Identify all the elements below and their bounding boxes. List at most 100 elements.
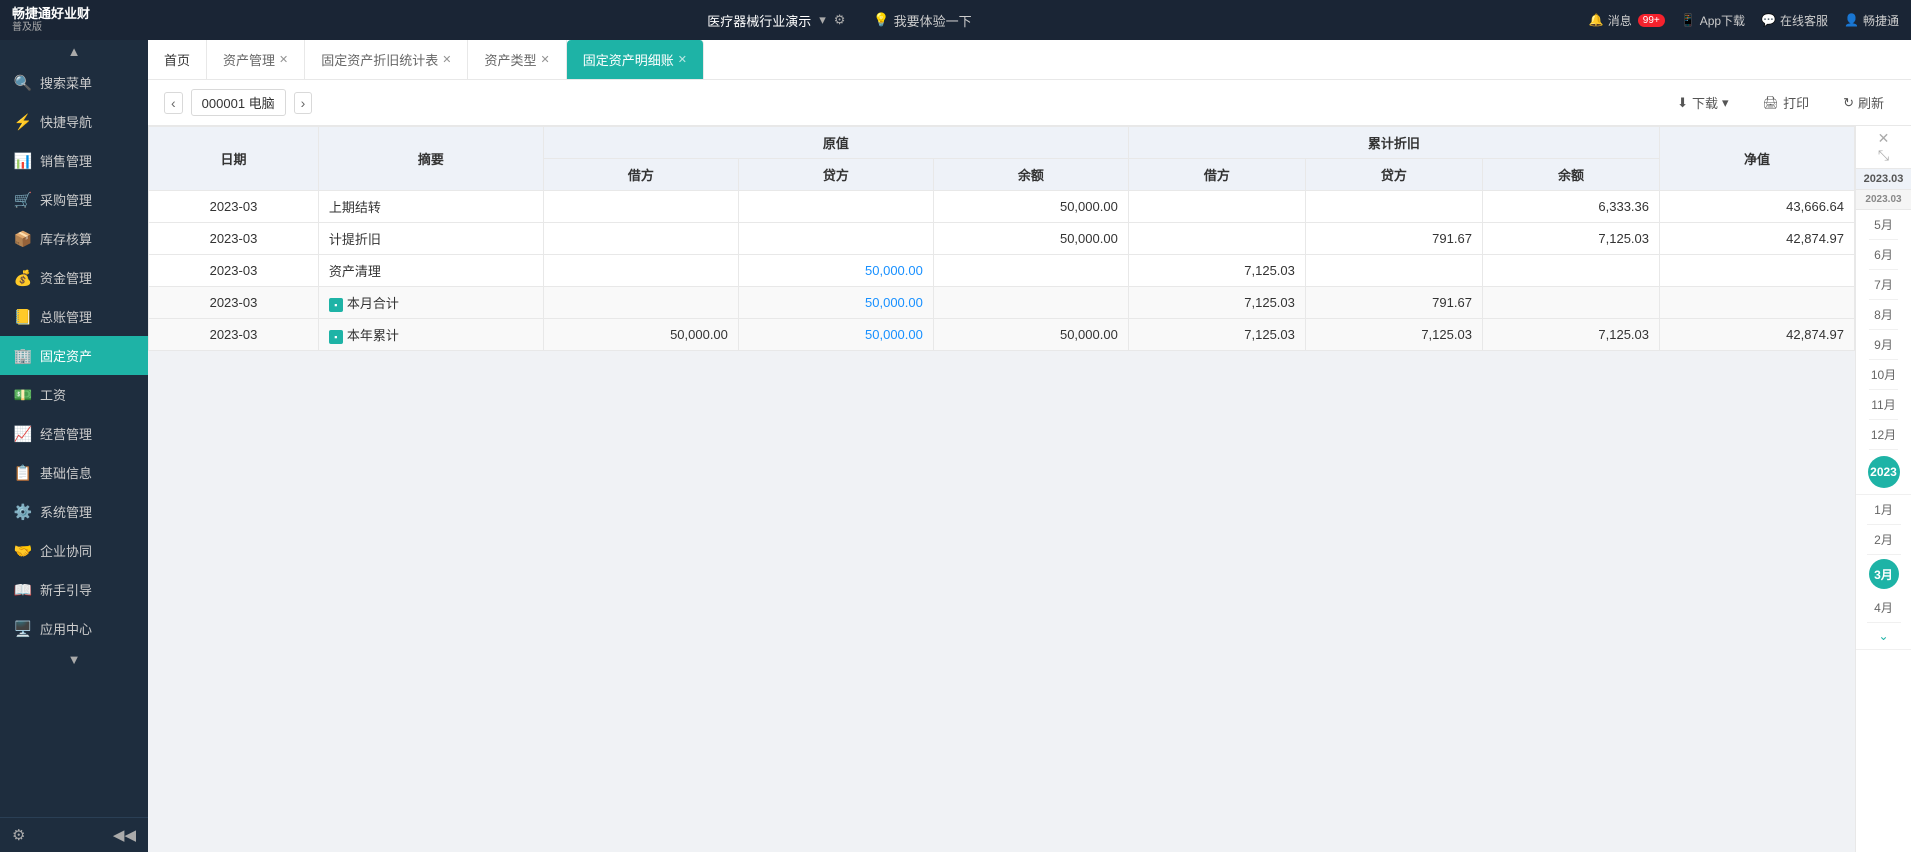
timeline-month-item[interactable]: 9月 — [1869, 330, 1898, 360]
cell-orig-debit — [543, 255, 738, 287]
table-row: 2023-03 上期结转 50,000.00 6,333.36 43,666.6… — [149, 191, 1855, 223]
sidebar-bottom: ⚙ ◀◀ — [0, 817, 148, 852]
company-name: 医疗器械行业演示 — [707, 11, 811, 30]
cell-date: 2023-03 — [149, 319, 319, 351]
sales-icon: 📊 — [14, 152, 32, 170]
tab-close-asset-type[interactable]: ✕ — [541, 53, 550, 66]
cell-orig-credit: 50,000.00 — [738, 287, 933, 319]
tab-depreciation-stat[interactable]: 固定资产折旧统计表 ✕ — [305, 40, 468, 79]
sidebar-scroll-up[interactable]: ▲ — [0, 40, 148, 63]
timeline-month-item[interactable]: 8月 — [1869, 300, 1898, 330]
sidebar-item-enterprise[interactable]: 🤝 企业协同 — [0, 531, 148, 570]
download-button[interactable]: ⬇ 下载 ▾ — [1666, 88, 1739, 117]
timeline-month-item[interactable]: 7月 — [1869, 270, 1898, 300]
tab-home[interactable]: 首页 — [148, 40, 207, 79]
timeline-month-item[interactable]: 5月 — [1869, 210, 1898, 240]
print-icon: 🖨 — [1763, 95, 1780, 111]
sidebar-item-funds[interactable]: 💰 资金管理 — [0, 258, 148, 297]
toolbar-right: ⬇ 下载 ▾ 🖨 打印 ↻ 刷新 — [1666, 88, 1895, 117]
refresh-icon: ↻ — [1843, 95, 1854, 111]
cell-date: 2023-03 — [149, 191, 319, 223]
timeline-header-top: 2023.03 — [1856, 169, 1911, 190]
asset-code-tag: 000001 电脑 — [191, 89, 286, 116]
col-header-acc-balance: 余额 — [1482, 159, 1659, 191]
ledger-table: 日期 摘要 原值 累计折旧 净值 借方 贷方 余额 借方 — [148, 126, 1855, 351]
tab-asset-mgmt[interactable]: 资产管理 ✕ — [207, 40, 305, 79]
timeline-year-badge[interactable]: 2023 — [1856, 450, 1911, 495]
next-asset-button[interactable]: › — [294, 92, 313, 114]
active-month-circle: 3月 — [1869, 559, 1899, 589]
row-badge: ▪ — [329, 330, 343, 344]
timeline-arrow-down[interactable]: ⌄ — [1856, 623, 1911, 650]
tab-close-asset-mgmt[interactable]: ✕ — [279, 53, 288, 66]
top-bar-right: 🔔 消息 99+ 📱 App下载 💬 在线客服 👤 畅捷通 — [1589, 12, 1899, 29]
prev-asset-button[interactable]: ‹ — [164, 92, 183, 114]
timeline-month-item[interactable]: 6月 — [1869, 240, 1898, 270]
cell-acc-debit: 7,125.03 — [1128, 287, 1305, 319]
table-main: 日期 摘要 原值 累计折旧 净值 借方 贷方 余额 借方 — [148, 126, 1855, 852]
sidebar-item-sales[interactable]: 📊 销售管理 — [0, 141, 148, 180]
online-service-btn[interactable]: 💬 在线客服 — [1761, 12, 1828, 29]
download-dropdown-arrow[interactable]: ▾ — [1722, 95, 1729, 111]
cell-net-value: 42,874.97 — [1660, 319, 1855, 351]
tab-close-asset-detail[interactable]: ✕ — [678, 53, 687, 66]
cell-summary: 资产清理 — [318, 255, 543, 287]
table-row: 2023-03 资产清理 50,000.00 7,125.03 — [149, 255, 1855, 287]
sidebar-item-purchase[interactable]: 🛒 采购管理 — [0, 180, 148, 219]
timeline-month-item[interactable]: 11月 — [1869, 390, 1898, 420]
cell-acc-balance: 7,125.03 — [1482, 319, 1659, 351]
toolbar-row: ‹ 000001 电脑 › ⬇ 下载 ▾ 🖨 打印 ↻ — [148, 80, 1911, 126]
timeline-expand-icon[interactable]: ⤡ — [1878, 147, 1889, 164]
tab-asset-type[interactable]: 资产类型 ✕ — [468, 40, 566, 79]
sidebar-item-search[interactable]: 🔍 搜索菜单 — [0, 63, 148, 102]
sidebar-item-fixed-assets[interactable]: 🏢 固定资产 — [0, 336, 148, 375]
timeline-top-icons: ✕ ⤡ — [1856, 126, 1911, 169]
timeline-panel: ✕ ⤡ 2023.03 2023.03 5月6月7月8月9月10月11月12月 … — [1855, 126, 1911, 852]
timeline-month-item[interactable]: 12月 — [1869, 420, 1898, 450]
sidebar-item-quicknav[interactable]: ⚡ 快捷导航 — [0, 102, 148, 141]
tab-close-depreciation-stat[interactable]: ✕ — [442, 53, 451, 66]
main-layout: ▲ 🔍 搜索菜单 ⚡ 快捷导航 📊 销售管理 🛒 采购管理 📦 库存核算 💰 资… — [0, 40, 1911, 852]
sidebar-item-ledger[interactable]: 📒 总账管理 — [0, 297, 148, 336]
col-header-original-value: 原值 — [543, 127, 1128, 159]
sidebar-item-guide[interactable]: 📖 新手引导 — [0, 570, 148, 609]
user-avatar-btn[interactable]: 👤 畅捷通 — [1844, 12, 1899, 29]
cell-orig-credit: 50,000.00 — [738, 255, 933, 287]
timeline-month-item[interactable]: 3月 — [1867, 555, 1901, 593]
sidebar-item-system[interactable]: ⚙️ 系统管理 — [0, 492, 148, 531]
quicknav-icon: ⚡ — [14, 113, 32, 131]
purchase-icon: 🛒 — [14, 191, 32, 209]
search-icon: 🔍 — [14, 74, 32, 92]
sidebar-gear-icon[interactable]: ⚙ — [12, 826, 25, 844]
timeline-month-item[interactable]: 2月 — [1867, 525, 1901, 555]
sidebar-item-basic-info[interactable]: 📋 基础信息 — [0, 453, 148, 492]
refresh-button[interactable]: ↻ 刷新 — [1832, 88, 1895, 117]
col-header-orig-balance: 余额 — [933, 159, 1128, 191]
cell-date: 2023-03 — [149, 223, 319, 255]
dropdown-arrow-icon[interactable]: ▾ — [819, 12, 826, 28]
col-header-orig-debit: 借方 — [543, 159, 738, 191]
tab-asset-detail[interactable]: 固定资产明细账 ✕ — [567, 40, 704, 79]
sidebar-scroll-down[interactable]: ▼ — [0, 648, 148, 671]
settings-icon[interactable]: ⚙ — [834, 12, 846, 28]
app-download-btn[interactable]: 📱 App下载 — [1681, 12, 1745, 29]
col-header-orig-credit: 贷方 — [738, 159, 933, 191]
row-badge: ▪ — [329, 298, 343, 312]
timeline-month-item[interactable]: 10月 — [1869, 360, 1898, 390]
logo-line1: 畅捷通好业财 — [12, 6, 90, 22]
timeline-month-item[interactable]: 1月 — [1867, 495, 1901, 525]
timeline-month-item[interactable]: 4月 — [1867, 593, 1901, 623]
experience-btn[interactable]: 💡 我要体验一下 — [873, 11, 971, 30]
sidebar-item-salary[interactable]: 💵 工资 — [0, 375, 148, 414]
sidebar-collapse-icon[interactable]: ◀◀ — [113, 826, 136, 844]
message-btn[interactable]: 🔔 消息 99+ — [1589, 12, 1665, 29]
print-button[interactable]: 🖨 打印 — [1752, 88, 1821, 117]
sidebar-item-operations[interactable]: 📈 经营管理 — [0, 414, 148, 453]
sidebar-item-appstore[interactable]: 🖥️ 应用中心 — [0, 609, 148, 648]
timeline-close-icon[interactable]: ✕ — [1878, 130, 1890, 147]
cell-orig-balance: 50,000.00 — [933, 319, 1128, 351]
service-icon: 💬 — [1761, 13, 1776, 27]
sidebar-item-inventory[interactable]: 📦 库存核算 — [0, 219, 148, 258]
cell-net-value — [1660, 287, 1855, 319]
salary-icon: 💵 — [14, 386, 32, 404]
